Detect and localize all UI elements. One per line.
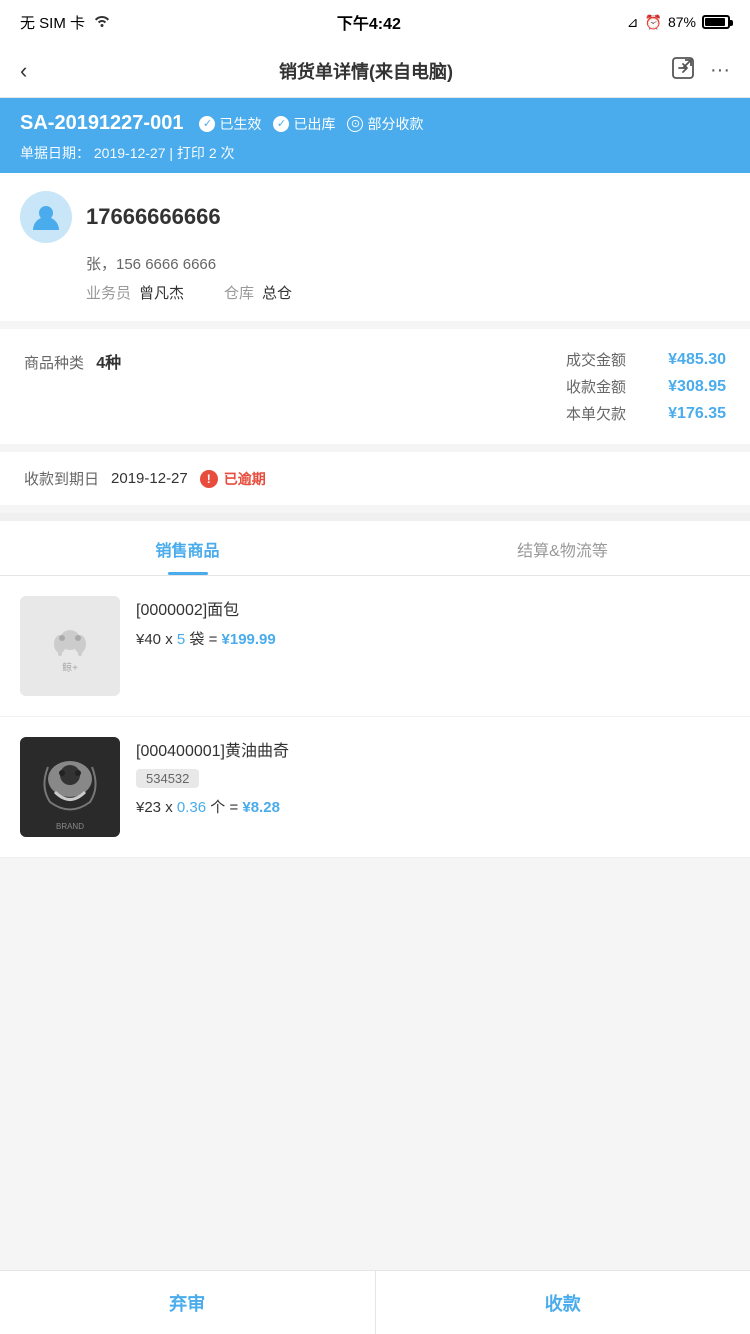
product-thumb-1: 鲸+ [20, 596, 120, 696]
product-price-row-2: ¥23 x 0.36 个 = ¥8.28 [136, 796, 730, 817]
debt-value: ¥176.35 [646, 405, 726, 423]
product-unit-2: 个 [210, 799, 225, 816]
share-icon[interactable] [672, 57, 694, 85]
nav-bar: ‹ 销货单详情(来自电脑) ··· [0, 44, 750, 98]
products-list: 鲸+ [0000002]面包 ¥40 x 5 袋 = ¥199.99 [0, 576, 750, 858]
status-partial-label: 部分收款 [367, 114, 423, 134]
product-item-2: BRAND [000400001]黄油曲奇 534532 ¥23 x 0.36 … [0, 717, 750, 858]
product-total-2: ¥8.28 [242, 799, 280, 816]
product-total-1: ¥199.99 [222, 631, 276, 648]
avatar [20, 191, 72, 243]
debt-label: 本单欠款 [566, 403, 626, 424]
header-banner: SA-20191227-001 ✓ 已生效 ✓ 已出库 ⊙ 部分收款 单据日期：… [0, 98, 750, 173]
status-bar: 无 SIM 卡 下午4:42 ⊿ ⏰ 87% [0, 0, 750, 44]
product-types-label: 商品种类 [24, 355, 84, 372]
transaction-row: 成交金额 ¥485.30 [566, 349, 726, 370]
sales-item: 业务员 曾凡杰 [86, 282, 184, 303]
thumb-img-2: BRAND [20, 737, 120, 837]
svg-text:鲸+: 鲸+ [62, 661, 78, 674]
product-info-1: [0000002]面包 ¥40 x 5 袋 = ¥199.99 [136, 596, 730, 696]
order-date: 2019-12-27 [94, 145, 166, 161]
status-effective: ✓ 已生效 [199, 114, 261, 134]
back-button[interactable]: ‹ [20, 58, 60, 84]
status-effective-label: 已生效 [219, 114, 261, 134]
status-shipped-label: 已出库 [293, 114, 335, 134]
product-price-2: ¥23 [136, 799, 161, 816]
carrier-label: 无 SIM 卡 [20, 12, 85, 33]
transaction-value: ¥485.30 [646, 351, 726, 369]
cancel-audit-button[interactable]: 弃审 [0, 1271, 376, 1334]
more-icon[interactable]: ··· [710, 59, 730, 82]
page-title: 销货单详情(来自电脑) [279, 58, 453, 84]
clock-icon: ⊙ [347, 116, 363, 132]
battery-percent: 87% [668, 14, 696, 30]
received-value: ¥308.95 [646, 378, 726, 396]
received-label: 收款金额 [566, 376, 626, 397]
debt-row: 本单欠款 ¥176.35 [566, 403, 726, 424]
location-icon: ⊿ [627, 14, 639, 31]
thumb-placeholder-1: 鲸+ [20, 596, 120, 696]
status-partial: ⊙ 部分收款 [347, 114, 423, 134]
stats-right: 成交金额 ¥485.30 收款金额 ¥308.95 本单欠款 ¥176.35 [566, 349, 726, 424]
customer-meta: 业务员 曾凡杰 仓库 总仓 [20, 282, 730, 303]
status-time: 下午4:42 [337, 10, 401, 34]
print-count: 2 [209, 145, 217, 161]
wifi-icon [93, 13, 111, 31]
customer-name-info: 张，156 6666 6666 [20, 253, 730, 274]
collect-payment-button[interactable]: 收款 [376, 1271, 750, 1334]
overdue-icon: ! [200, 470, 218, 488]
status-right: ⊿ ⏰ 87% [627, 14, 730, 31]
check-icon-effective: ✓ [199, 116, 215, 132]
status-left: 无 SIM 卡 [20, 12, 111, 33]
customer-top: 17666666666 [20, 191, 730, 243]
nav-actions: ··· [672, 57, 730, 85]
transaction-label: 成交金额 [566, 349, 626, 370]
overdue-badge: ! 已逾期 [200, 469, 266, 489]
stats-section: 商品种类 4种 成交金额 ¥485.30 收款金额 ¥308.95 本单欠款 ¥… [0, 329, 750, 444]
tabs-section: 销售商品 结算&物流等 [0, 521, 750, 576]
overdue-text: 已逾期 [224, 469, 266, 489]
customer-section: 17666666666 张，156 6666 6666 业务员 曾凡杰 仓库 总… [0, 173, 750, 321]
due-label: 收款到期日 [24, 468, 99, 489]
divider [0, 513, 750, 521]
battery-icon [702, 15, 730, 29]
order-id: SA-20191227-001 [20, 112, 183, 135]
product-types-count: 4种 [96, 355, 121, 372]
received-row: 收款金额 ¥308.95 [566, 376, 726, 397]
svg-text:BRAND: BRAND [56, 822, 84, 831]
product-name-1: [0000002]面包 [136, 596, 730, 620]
print-label: | 打印 [169, 145, 205, 161]
product-thumb-2: BRAND [20, 737, 120, 837]
date-label: 单据日期： [20, 145, 90, 161]
product-name-2: [000400001]黄油曲奇 [136, 737, 730, 761]
product-price-1: ¥40 [136, 631, 161, 648]
print-suffix: 次 [221, 145, 235, 161]
warehouse-label: 仓库 [224, 282, 254, 303]
product-qty-1: 5 [177, 631, 185, 648]
warehouse-item: 仓库 总仓 [224, 282, 292, 303]
customer-phone: 17666666666 [86, 204, 221, 230]
status-shipped: ✓ 已出库 [273, 114, 335, 134]
product-sku-2: 534532 [136, 769, 199, 788]
product-unit-1: 袋 [189, 631, 204, 648]
due-section: 收款到期日 2019-12-27 ! 已逾期 [0, 452, 750, 505]
due-date: 2019-12-27 [111, 470, 188, 487]
product-price-row-1: ¥40 x 5 袋 = ¥199.99 [136, 628, 730, 649]
check-icon-shipped: ✓ [273, 116, 289, 132]
product-qty-2: 0.36 [177, 799, 206, 816]
stats-left: 商品种类 4种 [24, 349, 121, 373]
status-tags: ✓ 已生效 ✓ 已出库 ⊙ 部分收款 [199, 114, 423, 134]
bottom-bar: 弃审 收款 [0, 1270, 750, 1334]
sales-label: 业务员 [86, 282, 131, 303]
sales-name: 曾凡杰 [139, 282, 184, 303]
product-info-2: [000400001]黄油曲奇 534532 ¥23 x 0.36 个 = ¥8… [136, 737, 730, 837]
order-date-row: 单据日期： 2019-12-27 | 打印 2 次 [20, 143, 730, 163]
tab-settlement[interactable]: 结算&物流等 [375, 521, 750, 575]
alarm-icon: ⏰ [645, 14, 662, 31]
product-item-1: 鲸+ [0000002]面包 ¥40 x 5 袋 = ¥199.99 [0, 576, 750, 717]
warehouse-name: 总仓 [262, 282, 292, 303]
tab-sales-products[interactable]: 销售商品 [0, 521, 375, 575]
